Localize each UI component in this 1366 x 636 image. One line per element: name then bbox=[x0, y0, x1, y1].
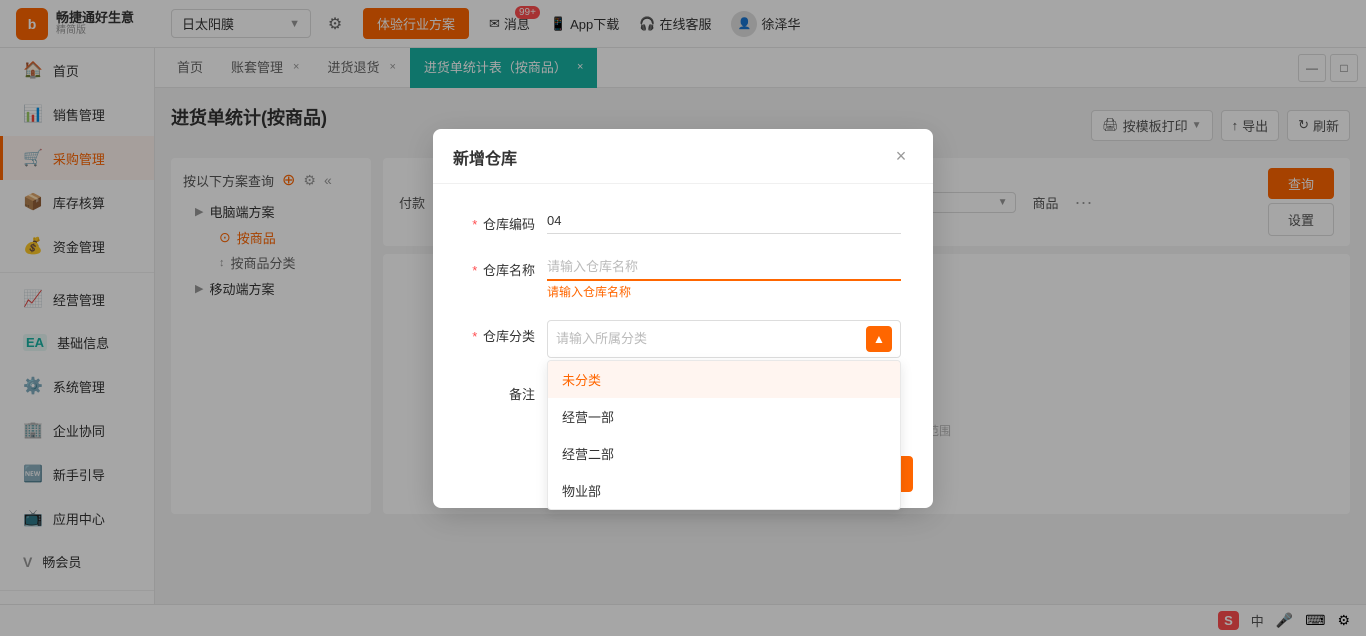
category-input-wrap: ▲ bbox=[547, 320, 901, 358]
name-label: * 仓库名称 bbox=[465, 254, 535, 279]
category-toggle-btn[interactable]: ▲ bbox=[866, 326, 892, 352]
code-control bbox=[547, 208, 901, 234]
category-dropdown: 未分类 经营一部 经营二部 物业部 bbox=[547, 360, 901, 510]
add-warehouse-dialog: 新增仓库 × * 仓库编码 * 仓库名称 bbox=[433, 129, 933, 508]
code-label: * 仓库编码 bbox=[465, 208, 535, 233]
name-input[interactable] bbox=[547, 254, 901, 281]
category-option-dept1[interactable]: 经营一部 bbox=[548, 398, 900, 435]
name-error-text: 请输入仓库名称 bbox=[547, 283, 901, 300]
category-label: * 仓库分类 bbox=[465, 320, 535, 345]
dialog-title: 新增仓库 bbox=[453, 145, 517, 169]
dialog-header: 新增仓库 × bbox=[433, 129, 933, 184]
dialog-close-button[interactable]: × bbox=[889, 145, 913, 169]
dialog-body: * 仓库编码 * 仓库名称 请输入仓库名称 bbox=[433, 184, 933, 444]
category-option-dept2[interactable]: 经营二部 bbox=[548, 435, 900, 472]
name-control: 请输入仓库名称 bbox=[547, 254, 901, 300]
code-field-row: * 仓库编码 bbox=[465, 208, 901, 234]
category-option-property[interactable]: 物业部 bbox=[548, 472, 900, 509]
code-input[interactable] bbox=[547, 208, 901, 234]
dialog-overlay: 新增仓库 × * 仓库编码 * 仓库名称 bbox=[0, 0, 1366, 636]
name-field-row: * 仓库名称 请输入仓库名称 bbox=[465, 254, 901, 300]
category-input[interactable] bbox=[556, 331, 866, 346]
category-field-row: * 仓库分类 ▲ 未分类 经营一部 经营二部 物业部 bbox=[465, 320, 901, 358]
note-label: 备注 bbox=[465, 378, 535, 403]
category-option-none[interactable]: 未分类 bbox=[548, 361, 900, 398]
category-control: ▲ 未分类 经营一部 经营二部 物业部 bbox=[547, 320, 901, 358]
